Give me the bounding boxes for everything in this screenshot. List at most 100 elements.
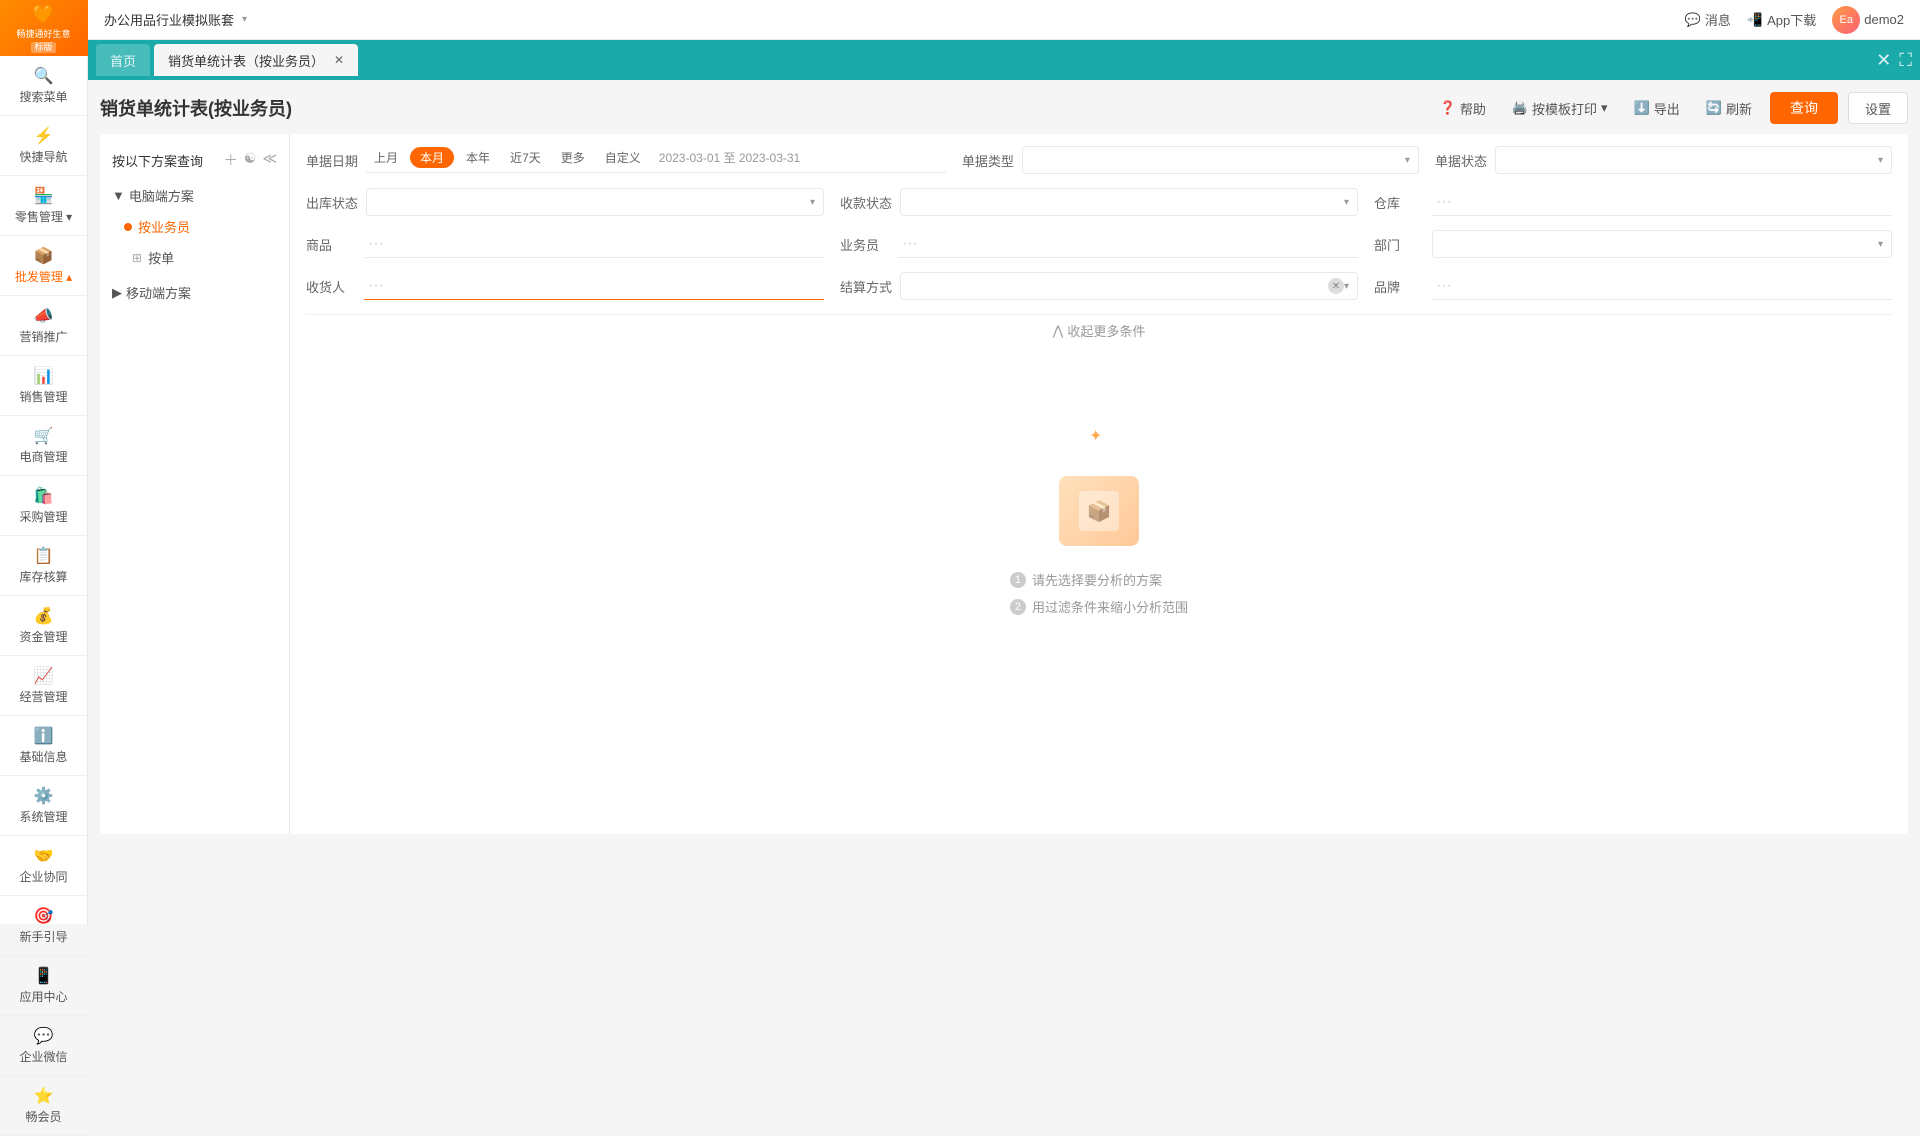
salesperson-label: 业务员	[840, 235, 890, 254]
app-download-label: App下载	[1767, 10, 1816, 29]
wechat-icon: 💬	[4, 1026, 84, 1046]
scheme-collapse-icon[interactable]: ≪	[262, 150, 277, 170]
doc-status-select[interactable]: ▾	[1495, 146, 1892, 174]
app-center-icon: 📱	[4, 966, 84, 986]
sidebar-item-wechat[interactable]: 💬 企业微信	[0, 1016, 88, 1076]
salesperson-dots[interactable]: ···	[902, 235, 918, 253]
header-dropdown-icon[interactable]: ▾	[242, 14, 247, 25]
tab-home[interactable]: 首页	[96, 44, 150, 76]
sidebar-item-app-center[interactable]: 📱 应用中心	[0, 956, 88, 1016]
scheme-add-icon[interactable]: ＋	[224, 150, 238, 170]
sidebar-item-inventory[interactable]: 📋 库存核算	[0, 536, 88, 596]
quick-nav-icon: ⚡	[4, 126, 84, 146]
sidebar-item-enterprise[interactable]: 🤝 企业协同	[0, 836, 88, 896]
purchase-icon: 🛍️	[4, 486, 84, 506]
basic-icon: ℹ️	[4, 726, 84, 746]
sidebar-item-label: 电商管理	[4, 448, 84, 465]
brand-control: ···	[1432, 272, 1892, 300]
product-control: ···	[364, 230, 824, 258]
sidebar-item-sales[interactable]: 📊 销售管理	[0, 356, 88, 416]
payment-status-select[interactable]: ▾	[900, 188, 1358, 216]
sidebar-item-member[interactable]: ⭐ 畅会员	[0, 1076, 88, 1136]
sidebar-item-ecommerce[interactable]: 🛒 电商管理	[0, 416, 88, 476]
search-icon: 🔍	[4, 66, 84, 86]
date-tab-7days[interactable]: 近7天	[502, 147, 549, 168]
warehouse-control: ···	[1432, 188, 1892, 216]
receiver-dots[interactable]: ···	[368, 277, 384, 295]
empty-box-icon: 📦	[1059, 476, 1139, 546]
sidebar-item-wholesale[interactable]: 📦 批发管理 ▴	[0, 236, 88, 296]
settings-button[interactable]: 设置	[1848, 92, 1908, 124]
brand-dots[interactable]: ···	[1436, 277, 1452, 295]
date-label: 单据日期	[306, 151, 358, 170]
tip-number-2: 2	[1010, 599, 1026, 615]
tab-sales-stat[interactable]: 销货单统计表（按业务员） ✕	[154, 44, 358, 76]
active-dot	[124, 223, 132, 231]
help-btn[interactable]: ❓ 帮助	[1432, 95, 1494, 122]
sales-icon: 📊	[4, 366, 84, 386]
sidebar-item-label: 采购管理	[4, 508, 84, 525]
receiver-label: 收货人	[306, 277, 356, 296]
app-download-btn[interactable]: 📲 App下载	[1747, 10, 1816, 29]
scheme-panel-header: 按以下方案查询 ＋ ☯ ≪	[100, 144, 289, 176]
department-select[interactable]: ▾	[1432, 230, 1892, 258]
filter-row-1: 单据日期 上月 本月 本年 近7天 更多 自定义 2023-03-01 至 20…	[306, 146, 1892, 174]
warehouse-dots[interactable]: ···	[1436, 193, 1452, 211]
sidebar-item-purchase[interactable]: 🛍️ 采购管理	[0, 476, 88, 536]
date-tab-last-month[interactable]: 上月	[366, 147, 406, 168]
collapse-button[interactable]: ⋀ 收起更多条件	[306, 314, 1892, 346]
refresh-btn[interactable]: 🔄 刷新	[1698, 95, 1760, 122]
filter-stock-status: 出库状态 ▾	[306, 188, 824, 216]
sidebar-item-label: 零售管理 ▾	[4, 208, 84, 225]
product-dots[interactable]: ···	[368, 235, 384, 253]
sidebar-item-finance[interactable]: 💰 资金管理	[0, 596, 88, 656]
scheme-group-pc-header[interactable]: ▼ 电脑端方案	[100, 180, 289, 211]
avatar: Ea	[1832, 6, 1860, 34]
inventory-icon: 📋	[4, 546, 84, 566]
retail-icon: 🏪	[4, 186, 84, 206]
sidebar-item-label: 销售管理	[4, 388, 84, 405]
filter-payment-status: 收款状态 ▾	[840, 188, 1358, 216]
refresh-label: 刷新	[1726, 99, 1752, 118]
sidebar-item-basic[interactable]: ℹ️ 基础信息	[0, 716, 88, 776]
content-wrapper: 按以下方案查询 ＋ ☯ ≪ ▼ 电脑端方案	[100, 134, 1908, 834]
export-btn[interactable]: ⬇️ 导出	[1626, 95, 1688, 122]
message-btn[interactable]: 💬 消息	[1685, 10, 1731, 29]
page-content: 销货单统计表(按业务员) ❓ 帮助 🖨️ 按模板打印 ▾ ⬇️ 导出 🔄 刷	[88, 80, 1920, 924]
sidebar-item-label: 库存核算	[4, 568, 84, 585]
content-body: 按以下方案查询 ＋ ☯ ≪ ▼ 电脑端方案	[100, 134, 1908, 834]
payment-method-clear-icon[interactable]: ✕	[1328, 278, 1344, 294]
scheme-item-order[interactable]: ⊞ 按单	[100, 242, 289, 273]
sidebar-item-label: 新手引导	[4, 928, 84, 945]
sidebar-item-system[interactable]: ⚙️ 系统管理	[0, 776, 88, 836]
doc-type-select[interactable]: ▾	[1022, 146, 1419, 174]
sidebar-item-retail[interactable]: 🏪 零售管理 ▾	[0, 176, 88, 236]
date-tab-current-year[interactable]: 本年	[458, 147, 498, 168]
scheme-item-salesperson[interactable]: 按业务员	[100, 211, 289, 242]
sidebar-item-operation[interactable]: 📈 经营管理	[0, 656, 88, 716]
scheme-group-mobile-header[interactable]: ▶ 移动端方案	[100, 277, 289, 308]
scheme-settings-icon[interactable]: ☯	[244, 150, 257, 170]
sidebar-item-label: 批发管理 ▴	[4, 268, 84, 285]
filter-panel: 单据日期 上月 本月 本年 近7天 更多 自定义 2023-03-01 至 20…	[290, 134, 1908, 834]
payment-method-select[interactable]: ✕ ▾	[900, 272, 1358, 300]
date-tab-custom[interactable]: 自定义	[597, 147, 649, 168]
user-profile[interactable]: Ea demo2	[1832, 6, 1904, 34]
template-print-btn[interactable]: 🖨️ 按模板打印 ▾	[1504, 95, 1616, 122]
sidebar-item-search[interactable]: 🔍 搜索菜单	[0, 56, 88, 116]
stock-status-select[interactable]: ▾	[366, 188, 824, 216]
date-tab-current-month[interactable]: 本月	[410, 147, 454, 168]
date-tab-more[interactable]: 更多	[553, 147, 593, 168]
refresh-icon: 🔄	[1706, 100, 1722, 116]
tab-collapse-icon[interactable]: ✕	[1876, 50, 1891, 71]
tab-maximize-icon[interactable]: ⛶	[1899, 50, 1912, 71]
tab-close-icon[interactable]: ✕	[334, 53, 344, 67]
scheme-actions: ＋ ☯ ≪	[224, 150, 277, 170]
sidebar-item-marketing[interactable]: 📣 营销推广	[0, 296, 88, 356]
filter-salesperson: 业务员 ···	[840, 230, 1358, 258]
sidebar-item-newbie[interactable]: 🎯 新手引导	[0, 896, 88, 956]
date-range-value: 2023-03-01 至 2023-03-31	[659, 149, 800, 166]
sidebar-item-quick-nav[interactable]: ⚡ 快捷导航	[0, 116, 88, 176]
logo-sub: 标版	[31, 42, 55, 54]
query-button[interactable]: 查询	[1770, 92, 1838, 124]
